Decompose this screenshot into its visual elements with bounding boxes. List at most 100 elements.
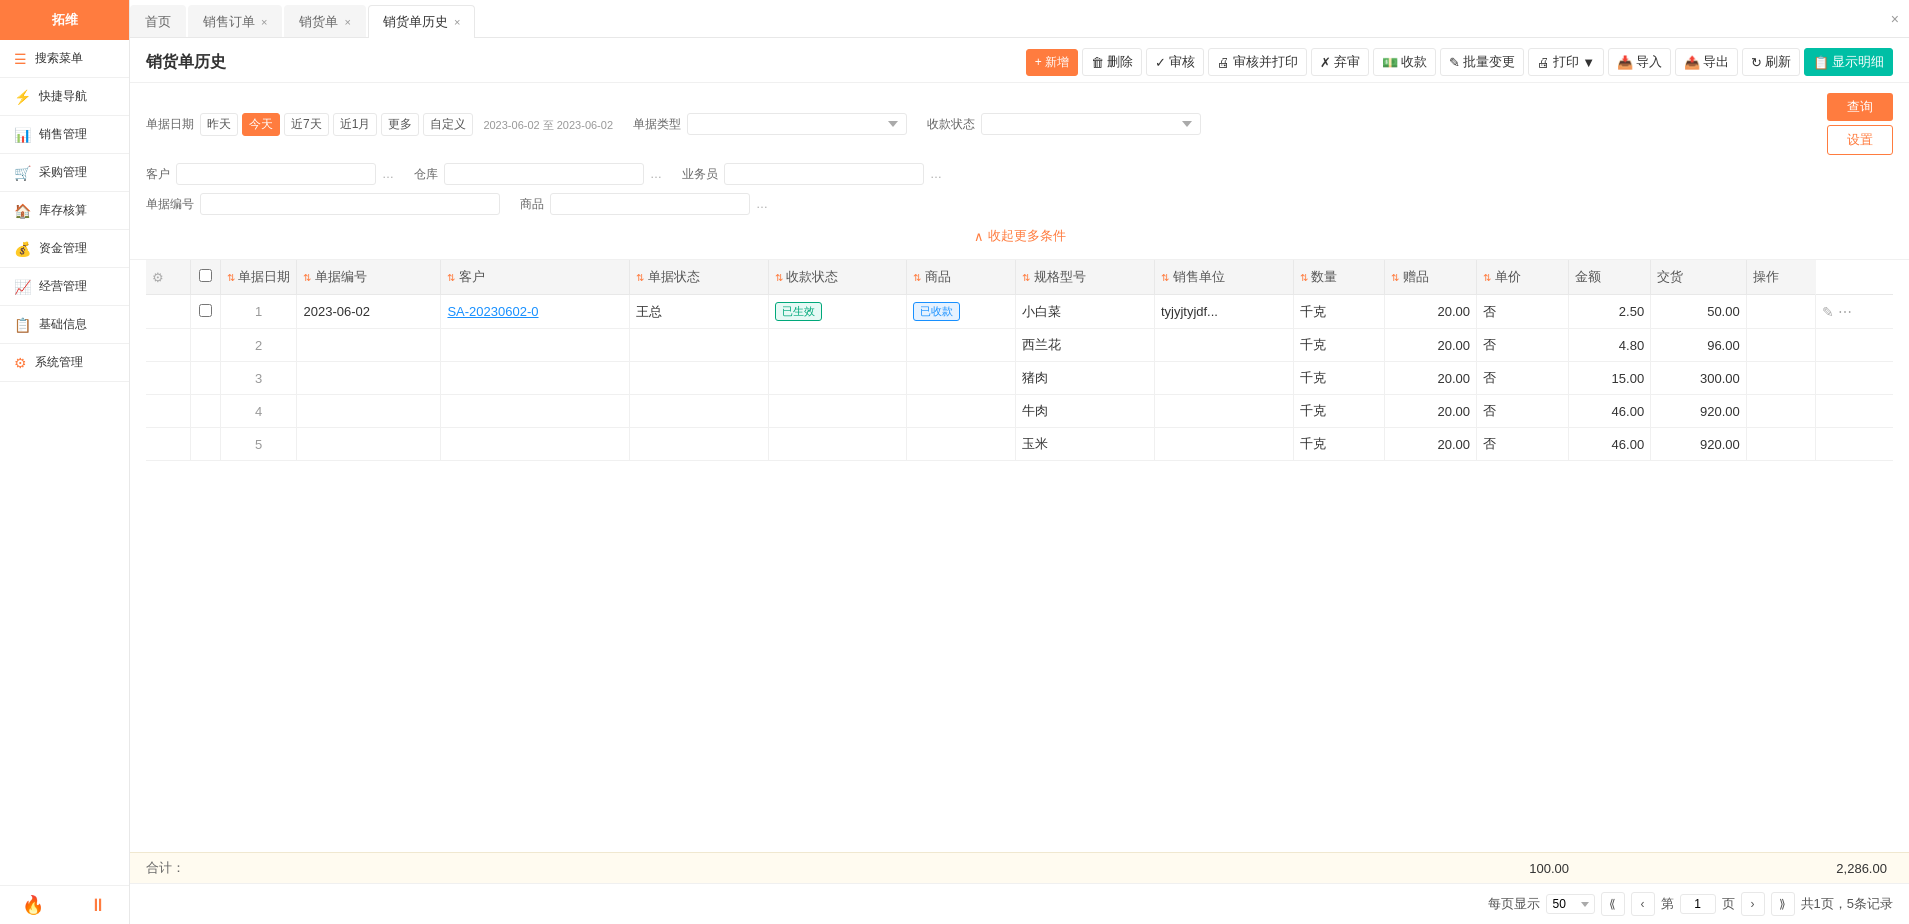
next-page-btn[interactable]: › xyxy=(1741,892,1765,916)
import-button[interactable]: 📥 导入 xyxy=(1608,48,1671,76)
doc-no-input[interactable] xyxy=(200,193,500,215)
filter-doc-type: 单据类型 xyxy=(633,113,907,135)
warehouse-input[interactable] xyxy=(444,163,644,185)
product-ellipsis[interactable]: … xyxy=(756,197,768,211)
sidebar-item-quick-nav[interactable]: ⚡ 快捷导航 xyxy=(0,78,129,116)
collect-status-select[interactable] xyxy=(981,113,1201,135)
tab-home[interactable]: 首页 xyxy=(130,5,186,37)
prev-page-btn[interactable]: ‹ xyxy=(1631,892,1655,916)
show-detail-button[interactable]: 📋 显示明细 xyxy=(1804,48,1893,76)
col-gift[interactable]: ⇅ 赠品 xyxy=(1385,260,1477,295)
sidebar-item-label: 采购管理 xyxy=(39,164,87,181)
sidebar-item-sys-mgmt[interactable]: ⚙ 系统管理 xyxy=(0,344,129,382)
row-price-1: 4.80 xyxy=(1568,329,1650,362)
row-transaction-2 xyxy=(1746,362,1816,395)
tab-sales-order-close[interactable]: × xyxy=(261,16,267,28)
select-all-checkbox[interactable] xyxy=(199,269,212,282)
batch-change-button[interactable]: ✎ 批量变更 xyxy=(1440,48,1524,76)
date-btn-more[interactable]: 更多 xyxy=(381,113,419,136)
sidebar-item-finance[interactable]: 💰 资金管理 xyxy=(0,230,129,268)
col-collect-status[interactable]: ⇅ 收款状态 xyxy=(768,260,907,295)
query-button[interactable]: 查询 xyxy=(1827,93,1893,121)
row-docstatus-3 xyxy=(768,395,907,428)
sidebar-pause-btn[interactable]: ⏸ xyxy=(89,895,107,916)
page-number-input[interactable] xyxy=(1680,894,1716,914)
tab-sales-delivery-close[interactable]: × xyxy=(344,16,350,28)
col-settings[interactable]: ⚙ xyxy=(146,260,190,295)
table-row: 5 玉米 千克 20.00 否 46.00 920.00 xyxy=(146,428,1893,461)
abandon-icon: ✗ xyxy=(1320,55,1331,70)
row-checkbox-0 xyxy=(190,295,220,329)
main-area: 首页 销售订单 × 销货单 × 销货单历史 × × 销货单历史 + 新增 🗑 删… xyxy=(130,0,1909,924)
row-quantity-0: 20.00 xyxy=(1385,295,1477,329)
row-gift-3: 否 xyxy=(1477,395,1569,428)
tab-sales-history-close[interactable]: × xyxy=(454,16,460,28)
sidebar-fire-btn[interactable]: 🔥 xyxy=(22,894,44,916)
row-unit-3: 千克 xyxy=(1293,395,1385,428)
row-actions-2 xyxy=(1816,362,1893,395)
warehouse-ellipsis[interactable]: … xyxy=(650,167,662,181)
col-quantity[interactable]: ⇅ 数量 xyxy=(1293,260,1385,295)
table-row: 4 牛肉 千克 20.00 否 46.00 920.00 xyxy=(146,395,1893,428)
finance-icon: 💰 xyxy=(14,241,31,257)
filter-settings-button[interactable]: 设置 xyxy=(1827,125,1893,155)
sidebar-item-inventory[interactable]: 🏠 库存核算 xyxy=(0,192,129,230)
date-btn-custom[interactable]: 自定义 xyxy=(423,113,473,136)
col-product[interactable]: ⇅ 商品 xyxy=(907,260,1016,295)
row-select-checkbox[interactable] xyxy=(199,304,212,317)
col-customer[interactable]: ⇅ 客户 xyxy=(441,260,629,295)
col-doc-no[interactable]: ⇅ 单据编号 xyxy=(297,260,441,295)
audit-print-button[interactable]: 🖨 审核并打印 xyxy=(1208,48,1307,76)
row-docno-3 xyxy=(441,395,629,428)
sidebar-item-label: 库存核算 xyxy=(39,202,87,219)
edit-action[interactable]: ✎ xyxy=(1822,304,1834,320)
audit-button[interactable]: ✓ 审核 xyxy=(1146,48,1204,76)
doc-type-select[interactable] xyxy=(687,113,907,135)
col-price[interactable]: ⇅ 单价 xyxy=(1477,260,1569,295)
date-btn-1month[interactable]: 近1月 xyxy=(333,113,378,136)
collect-button[interactable]: 💵 收款 xyxy=(1373,48,1436,76)
customer-ellipsis[interactable]: … xyxy=(382,167,394,181)
close-all-tabs-btn[interactable]: × xyxy=(1891,11,1899,27)
tab-sales-delivery[interactable]: 销货单 × xyxy=(284,5,365,37)
filter-warehouse: 仓库 … xyxy=(414,163,662,185)
row-product-1: 西兰花 xyxy=(1016,329,1155,362)
page-size-select[interactable]: 50 20 100 xyxy=(1546,894,1595,914)
table-row: 1 2023-06-02 SA-20230602-0 王总 已生效 已收款 小白… xyxy=(146,295,1893,329)
row-docno-0[interactable]: SA-20230602-0 xyxy=(441,295,629,329)
abandon-button[interactable]: ✗ 弃审 xyxy=(1311,48,1369,76)
more-action[interactable]: ⋯ xyxy=(1838,304,1852,320)
row-transaction-3 xyxy=(1746,395,1816,428)
product-input[interactable] xyxy=(550,193,750,215)
sidebar-item-label: 系统管理 xyxy=(35,354,83,371)
sidebar-item-search-menu[interactable]: ☰ 搜索菜单 xyxy=(0,40,129,78)
tab-sales-history[interactable]: 销货单历史 × xyxy=(368,5,475,37)
col-date[interactable]: ⇅ 单据日期 xyxy=(220,260,297,295)
sidebar-item-operations[interactable]: 📈 经营管理 xyxy=(0,268,129,306)
sidebar-item-sales-mgmt[interactable]: 📊 销售管理 xyxy=(0,116,129,154)
filter-collapse-btn[interactable]: ∧ 收起更多条件 xyxy=(146,223,1893,249)
export-button[interactable]: 📤 导出 xyxy=(1675,48,1738,76)
date-btn-today[interactable]: 今天 xyxy=(242,113,280,136)
delete-button[interactable]: 🗑 删除 xyxy=(1082,48,1142,76)
first-page-btn[interactable]: ⟪ xyxy=(1601,892,1625,916)
filter-product-label: 商品 xyxy=(520,196,544,213)
row-customer-0: 王总 xyxy=(629,295,768,329)
tab-sales-order[interactable]: 销售订单 × xyxy=(188,5,282,37)
last-page-btn[interactable]: ⟫ xyxy=(1771,892,1795,916)
sales-rep-input[interactable] xyxy=(724,163,924,185)
col-doc-status[interactable]: ⇅ 单据状态 xyxy=(629,260,768,295)
col-unit[interactable]: ⇅ 销售单位 xyxy=(1154,260,1293,295)
refresh-button[interactable]: ↻ 刷新 xyxy=(1742,48,1800,76)
customer-input[interactable] xyxy=(176,163,376,185)
sidebar-item-purchase-mgmt[interactable]: 🛒 采购管理 xyxy=(0,154,129,192)
date-btn-7days[interactable]: 近7天 xyxy=(284,113,329,136)
sidebar-item-base-info[interactable]: 📋 基础信息 xyxy=(0,306,129,344)
row-spec-2 xyxy=(1154,362,1293,395)
sales-rep-ellipsis[interactable]: … xyxy=(930,167,942,181)
date-btn-yesterday[interactable]: 昨天 xyxy=(200,113,238,136)
print-button[interactable]: 🖨 打印 ▼ xyxy=(1528,48,1604,76)
col-spec[interactable]: ⇅ 规格型号 xyxy=(1016,260,1155,295)
sidebar-item-label: 快捷导航 xyxy=(39,88,87,105)
new-button[interactable]: + 新增 xyxy=(1026,49,1078,76)
